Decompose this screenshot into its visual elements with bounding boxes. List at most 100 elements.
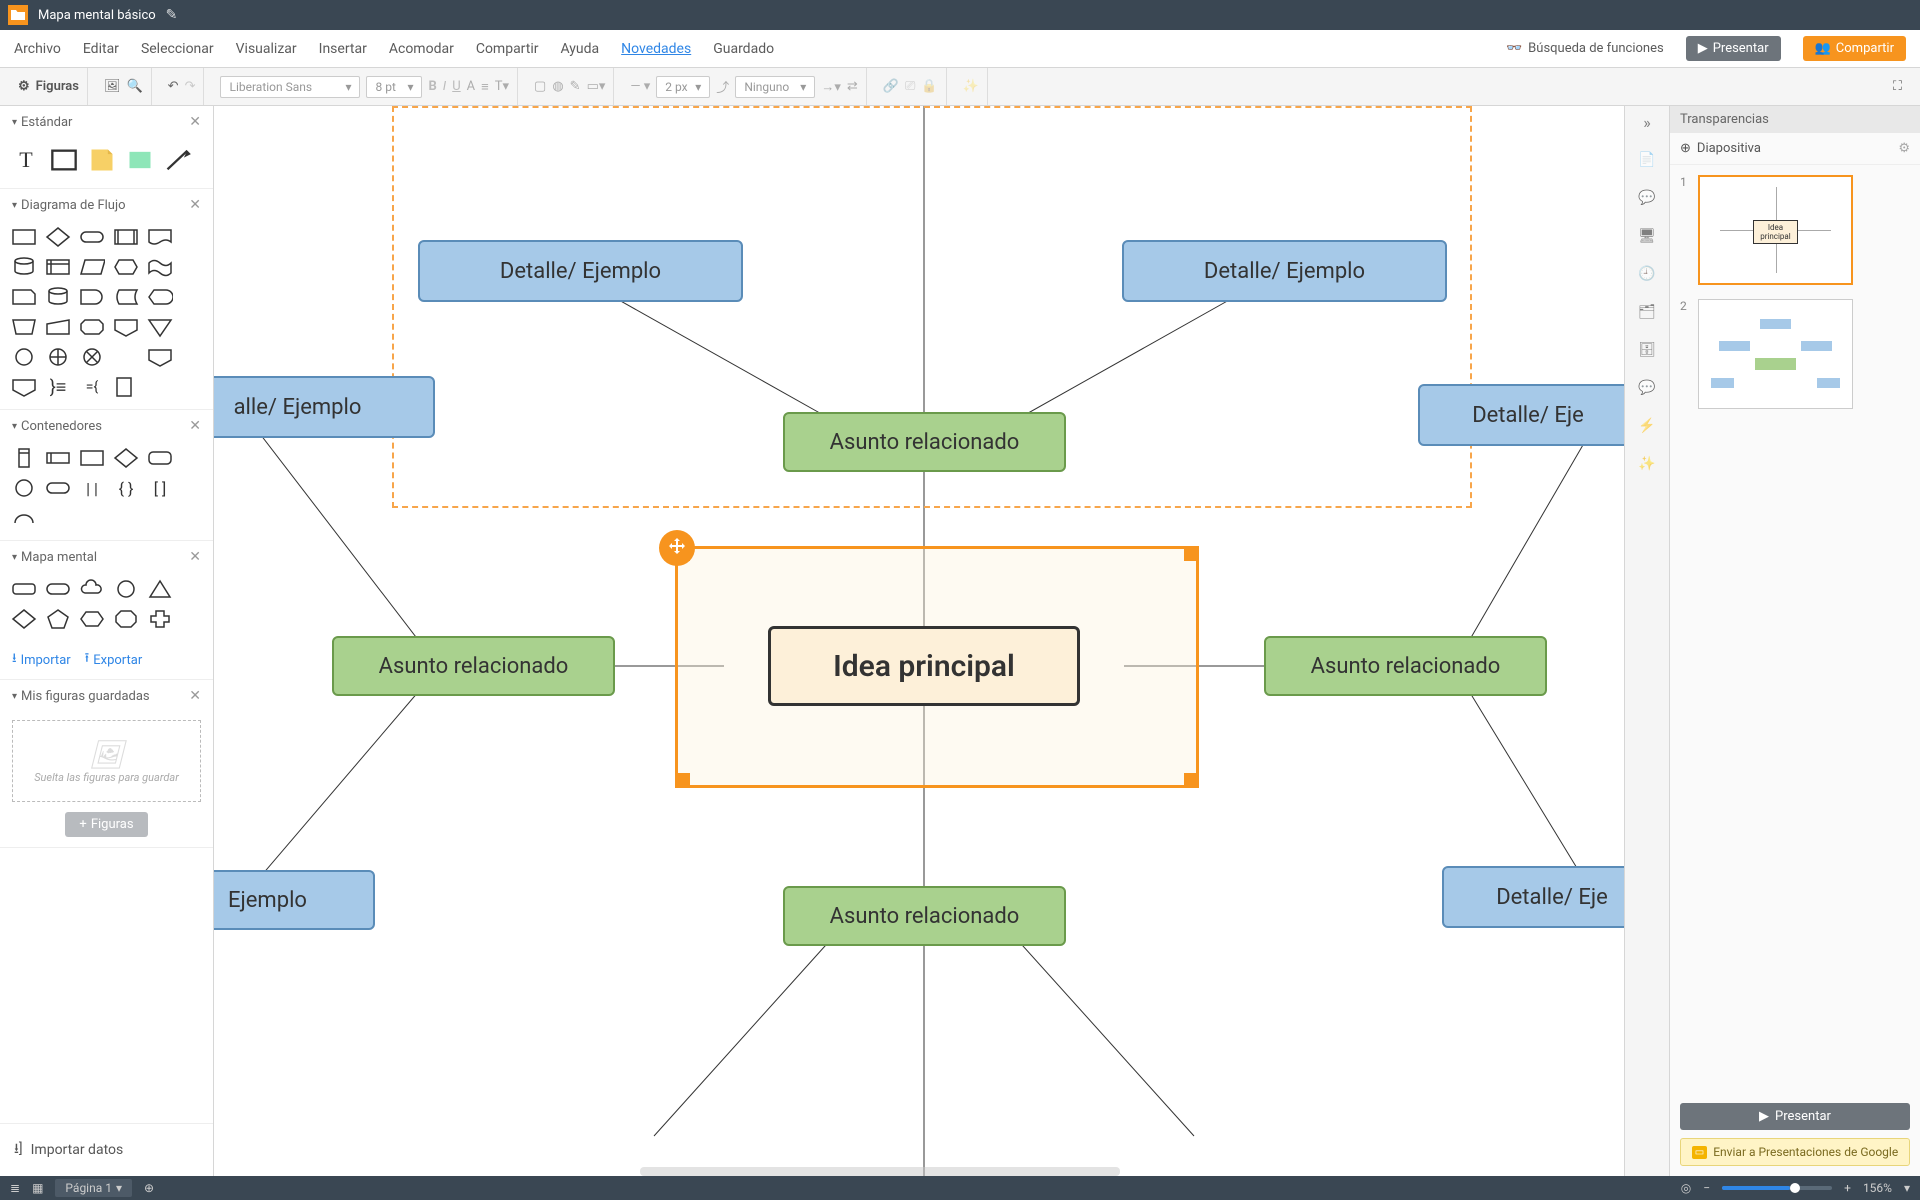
flowchart-terminator[interactable] <box>78 225 106 249</box>
resize-handle-sw[interactable] <box>676 773 690 787</box>
saved-shapes-dropzone[interactable]: 🖼 Suelta las figuras para guardar <box>12 720 201 802</box>
container-braces[interactable]: { } <box>112 476 140 500</box>
list-view-icon[interactable]: ≣ <box>10 1181 20 1195</box>
flowchart-internal[interactable] <box>44 255 72 279</box>
slide-thumbnail[interactable] <box>1698 299 1853 409</box>
document-title[interactable]: Mapa mental básico <box>38 8 156 23</box>
importar-datos-button[interactable]: ⭳] Importar datos <box>0 1123 213 1176</box>
italic-icon[interactable]: I <box>443 79 446 94</box>
fullscreen-icon[interactable]: ⛶ <box>1893 79 1902 94</box>
related-node-left[interactable]: Asunto relacionado <box>332 636 615 696</box>
present-icon[interactable]: 🖥 <box>1637 226 1657 246</box>
page-selector[interactable]: Página 1 ▾ <box>55 1179 132 1197</box>
swap-arrows-icon[interactable]: ⇄ <box>847 79 858 94</box>
detail-node-right[interactable]: Detalle/ Eje <box>1418 384 1624 446</box>
undo-icon[interactable]: ↶ <box>168 79 179 94</box>
align-icon[interactable]: ≡ <box>481 79 489 95</box>
text-options-icon[interactable]: T▾ <box>495 79 509 94</box>
close-section-icon[interactable]: ✕ <box>189 114 201 130</box>
slide-item[interactable]: 1 Idea principal <box>1680 175 1910 285</box>
zoom-dropdown-icon[interactable]: ▾ <box>1904 1181 1910 1195</box>
stroke-width-select[interactable]: 2 px ▾ <box>656 76 710 98</box>
lock-position-icon[interactable]: ⎚ <box>905 79 915 94</box>
mindmap-octagon[interactable] <box>112 607 140 631</box>
border-style-icon[interactable]: ▭▾ <box>587 79 606 94</box>
flowchart-collate[interactable] <box>146 345 174 369</box>
move-handle[interactable] <box>659 530 695 566</box>
center-node[interactable]: Idea principal <box>768 626 1080 706</box>
menu-archivo[interactable]: Archivo <box>14 41 61 57</box>
mindmap-triangle[interactable] <box>146 577 174 601</box>
flowchart-brace[interactable]: }≡ <box>44 375 72 399</box>
mindmap-hexagon[interactable] <box>78 607 106 631</box>
zoom-slider[interactable] <box>1722 1186 1832 1190</box>
flowchart-blank[interactable] <box>112 345 140 369</box>
arrow-shape[interactable] <box>164 146 192 174</box>
block-shape[interactable] <box>126 146 154 174</box>
layers-icon[interactable]: 🗂 <box>1637 302 1657 322</box>
gear-icon[interactable]: ⚙ <box>1898 141 1910 156</box>
exportar-link[interactable]: ⭱ Exportar <box>85 649 143 671</box>
flowchart-or[interactable] <box>78 345 106 369</box>
underline-icon[interactable]: U <box>452 79 460 94</box>
flowchart-offpage[interactable] <box>112 315 140 339</box>
flowchart-hexagon[interactable] <box>112 255 140 279</box>
flowchart-stored[interactable] <box>112 285 140 309</box>
mindmap-cloud[interactable] <box>78 577 106 601</box>
close-section-icon[interactable]: ✕ <box>189 418 201 434</box>
slide-item[interactable]: 2 <box>1680 299 1910 409</box>
fill-bucket-icon[interactable]: ◍ <box>552 79 563 94</box>
mindmap-circle[interactable] <box>112 577 140 601</box>
importar-link[interactable]: ⭳ Importar <box>12 649 71 671</box>
section-mapa-header[interactable]: ▾ Mapa mental ✕ <box>0 541 213 573</box>
flowchart-diamond[interactable] <box>44 225 72 249</box>
resize-handle-ne[interactable] <box>1184 547 1198 561</box>
flowchart-card[interactable] <box>10 285 38 309</box>
data-icon[interactable]: 🗄 <box>1637 340 1657 360</box>
flowchart-loop[interactable] <box>78 315 106 339</box>
mindmap-rounded[interactable] <box>10 577 38 601</box>
section-guardadas-header[interactable]: ▾ Mis figuras guardadas ✕ <box>0 680 213 712</box>
mindmap-pill[interactable] <box>44 577 72 601</box>
bold-icon[interactable]: B <box>428 79 436 94</box>
flowchart-document[interactable] <box>146 225 174 249</box>
container-diamond[interactable] <box>112 446 140 470</box>
text-color-icon[interactable]: A <box>467 79 475 94</box>
detail-node-left[interactable]: alle/ Ejemplo <box>214 376 435 438</box>
figuras-toggle[interactable]: ⚙ Figuras <box>18 79 79 94</box>
arrow-style-select[interactable]: Ninguno ▾ <box>735 76 815 98</box>
actions-icon[interactable]: ⚡ <box>1637 416 1657 436</box>
mindmap-diamond[interactable] <box>10 607 38 631</box>
section-estandar-header[interactable]: ▾ Estándar ✕ <box>0 106 213 138</box>
magic-icon[interactable]: ✨ <box>1637 454 1657 474</box>
rect-shape[interactable] <box>50 146 78 174</box>
redo-icon[interactable]: ↷ <box>185 79 196 94</box>
send-to-gslides-button[interactable]: ▭ Enviar a Presentaciones de Google <box>1680 1138 1910 1166</box>
add-slide-button[interactable]: ⊕ Diapositiva ⚙ <box>1670 133 1920 165</box>
menu-seleccionar[interactable]: Seleccionar <box>141 41 214 57</box>
sync-icon[interactable]: ◎ <box>1681 1181 1691 1195</box>
flowchart-manualinput[interactable] <box>44 315 72 339</box>
fill-rect-icon[interactable]: ▢ <box>534 79 546 94</box>
menu-guardado[interactable]: Guardado <box>713 41 774 57</box>
flowchart-tape[interactable] <box>146 255 174 279</box>
menu-editar[interactable]: Editar <box>83 41 119 57</box>
grid-view-icon[interactable]: ▦ <box>32 1181 43 1195</box>
menu-insertar[interactable]: Insertar <box>319 41 367 57</box>
container-arc[interactable] <box>10 506 38 530</box>
slides-presentar-button[interactable]: ▶ Presentar <box>1680 1103 1910 1130</box>
flowchart-predefined[interactable] <box>112 225 140 249</box>
flowchart-delay[interactable] <box>78 285 106 309</box>
flowchart-note[interactable] <box>112 375 140 399</box>
font-select[interactable]: Liberation Sans ▾ <box>220 76 360 98</box>
compartir-button[interactable]: 👥 Compartir <box>1803 36 1906 61</box>
history-icon[interactable]: 🕘 <box>1637 264 1657 284</box>
detail-node-top-right[interactable]: Detalle/ Ejemplo <box>1122 240 1447 302</box>
menu-compartir[interactable]: Compartir <box>476 41 539 57</box>
search-functions[interactable]: 👓 Búsqueda de funciones <box>1506 41 1664 56</box>
note-shape[interactable] <box>88 146 116 174</box>
menu-ayuda[interactable]: Ayuda <box>561 41 600 57</box>
zoom-in-icon[interactable]: + <box>1844 1181 1851 1195</box>
detail-node-top-left[interactable]: Detalle/ Ejemplo <box>418 240 743 302</box>
text-shape[interactable]: T <box>12 146 40 174</box>
